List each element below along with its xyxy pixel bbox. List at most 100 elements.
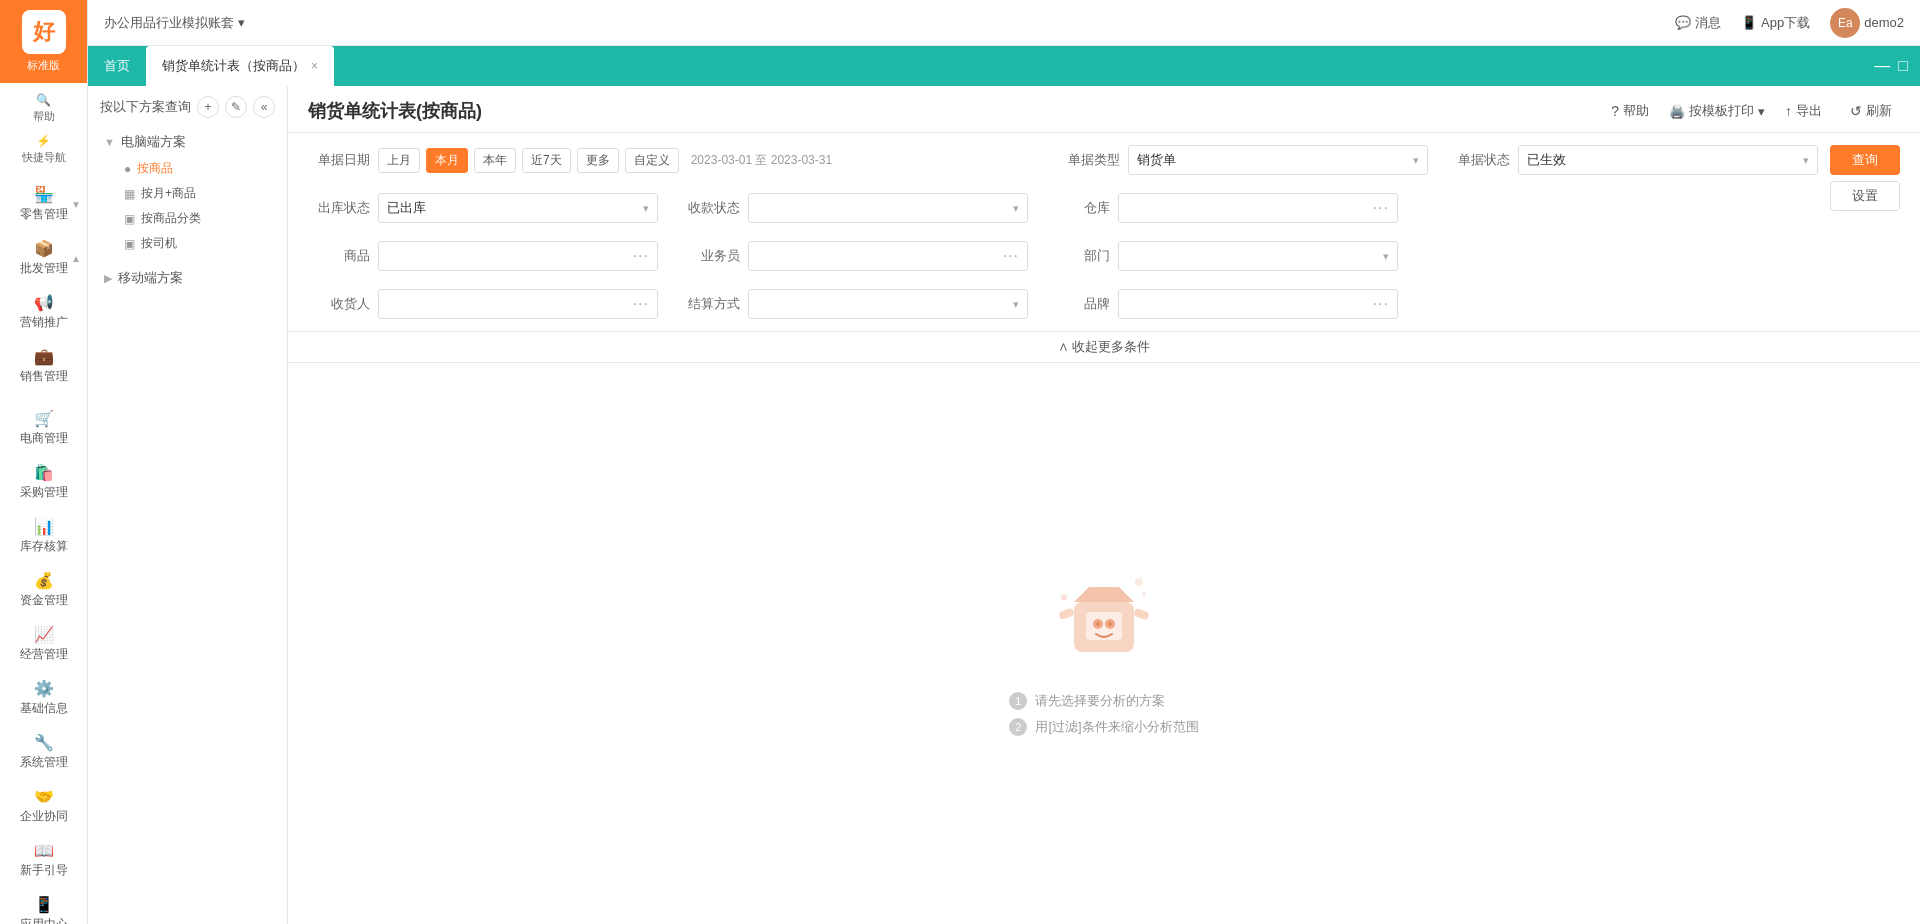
tree-item-by-month-product[interactable]: ▦ 按月+商品: [88, 181, 287, 206]
doc-type-label: 单据类型: [1058, 151, 1128, 169]
sidebar-item-system[interactable]: 🔧 系统管理: [0, 725, 87, 779]
sidebar-item-marketing[interactable]: 📢 营销推广: [0, 285, 87, 339]
doc-status-select[interactable]: 已生效 ▾: [1518, 145, 1818, 175]
tab-sales-stats[interactable]: 销货单统计表（按商品） ×: [146, 46, 334, 86]
hint-num-2: 2: [1009, 718, 1027, 736]
tree-mobile-header[interactable]: ▶ 移动端方案: [88, 264, 287, 292]
sidebar-item-wholesale[interactable]: 📦 批发管理 ▲: [0, 231, 87, 285]
tab-home[interactable]: 首页: [88, 46, 146, 86]
tab-sales-label: 销货单统计表（按商品）: [162, 57, 305, 75]
sidebar-item-enterprise[interactable]: 🤝 企业协同: [0, 779, 87, 833]
last7-btn[interactable]: 近7天: [522, 148, 571, 173]
collapse-panel-btn[interactable]: «: [253, 96, 275, 118]
goods-label: 商品: [308, 247, 378, 265]
edit-icon: ✎: [231, 100, 241, 114]
sidebar-item-tutorial[interactable]: 📖 新手引导: [0, 833, 87, 887]
purchase-label: 采购管理: [20, 484, 68, 501]
refresh-btn[interactable]: ↺ 刷新: [1842, 98, 1900, 124]
page-header: 销货单统计表(按商品) ? 帮助 🖨️ 按模板打印 ▾ ↑ 导出: [288, 86, 1920, 133]
sidebar-logo[interactable]: 好 标准版: [0, 0, 87, 83]
print-btn[interactable]: 🖨️ 按模板打印 ▾: [1669, 102, 1765, 120]
tree-item-by-driver[interactable]: ▣ 按司机: [88, 231, 287, 256]
sidebar-item-ecommerce[interactable]: 🛒 电商管理: [0, 401, 87, 455]
svg-point-6: [1108, 622, 1112, 626]
refresh-label: 刷新: [1866, 102, 1892, 120]
tab-maximize-btn[interactable]: □: [1898, 57, 1908, 75]
right-panel: 销货单统计表(按商品) ? 帮助 🖨️ 按模板打印 ▾ ↑ 导出: [288, 86, 1920, 924]
query-btn[interactable]: 查询: [1830, 145, 1900, 175]
tab-close-icon[interactable]: ×: [311, 59, 318, 73]
storage-select[interactable]: ···: [1118, 193, 1398, 223]
settle-select[interactable]: ▾: [748, 289, 1028, 319]
tree-item-by-category[interactable]: ▣ 按商品分类: [88, 206, 287, 231]
sidebar-item-sales[interactable]: 💼 销售管理: [0, 339, 87, 393]
sidebar-item-finance[interactable]: 💰 资金管理: [0, 563, 87, 617]
date-filter: 上月 本月 本年 近7天 更多 自定义 2023-03-01 至 2023-03…: [378, 148, 1038, 173]
recipient-select[interactable]: ···: [378, 289, 658, 319]
warehouse-label: 出库状态: [308, 199, 378, 217]
dept-select[interactable]: ▾: [1118, 241, 1398, 271]
doc-status-arrow: ▾: [1803, 154, 1809, 167]
payment-label: 收款状态: [678, 199, 748, 217]
appstore-label: 应用中心: [20, 916, 68, 924]
tree-desktop-header[interactable]: ▼ 电脑端方案: [88, 128, 287, 156]
sidebar-item-operation[interactable]: 📈 经营管理: [0, 617, 87, 671]
search-label: 帮助: [33, 109, 55, 124]
hint-text-2: 用[过滤]条件来缩小分析范围: [1035, 718, 1198, 736]
system-label: 系统管理: [20, 754, 68, 771]
refresh-icon: ↺: [1850, 103, 1862, 119]
doc-type-arrow: ▾: [1413, 154, 1419, 167]
left-panel-icons: + ✎ «: [197, 96, 275, 118]
help-btn[interactable]: ? 帮助: [1603, 98, 1657, 124]
basic-icon: ⚙️: [34, 679, 54, 698]
empty-hints: 1 请先选择要分析的方案 2 用[过滤]条件来缩小分析范围: [1009, 692, 1198, 736]
sidebar-item-retail[interactable]: 🏪 零售管理 ▼: [0, 177, 87, 231]
add-scheme-btn[interactable]: +: [197, 96, 219, 118]
left-panel-header: 按以下方案查询 + ✎ «: [88, 86, 287, 124]
goods-select[interactable]: ···: [378, 241, 658, 271]
this-month-btn[interactable]: 本月: [426, 148, 468, 173]
message-icon: 💬: [1675, 15, 1691, 30]
logo-icon: 好: [22, 10, 66, 54]
sidebar-item-basic[interactable]: ⚙️ 基础信息: [0, 671, 87, 725]
user-avatar: Ea: [1830, 8, 1860, 38]
tab-home-label: 首页: [104, 57, 130, 75]
print-arrow: ▾: [1758, 104, 1765, 119]
export-btn[interactable]: ↑ 导出: [1777, 98, 1830, 124]
staff-dots: ···: [1003, 247, 1019, 265]
purchase-icon: 🛍️: [34, 463, 54, 482]
sidebar-item-appstore[interactable]: 📱 应用中心: [0, 887, 87, 924]
this-year-btn[interactable]: 本年: [474, 148, 516, 173]
last-month-btn[interactable]: 上月: [378, 148, 420, 173]
sidebar-item-inventory[interactable]: 📊 库存核算: [0, 509, 87, 563]
more-btn[interactable]: 更多: [577, 148, 619, 173]
filter-row-1: 单据日期 上月 本月 本年 近7天 更多 自定义 2023-03-01 至 20…: [308, 145, 1818, 175]
message-btn[interactable]: 💬 消息: [1675, 14, 1721, 32]
dept-label: 部门: [1048, 247, 1118, 265]
tree-item-by-product[interactable]: ● 按商品: [88, 156, 287, 181]
dropdown-arrow: ▾: [238, 15, 245, 30]
custom-btn[interactable]: 自定义: [625, 148, 679, 173]
sidebar-quick-nav[interactable]: ⚡ 快捷导航: [22, 128, 66, 169]
industry-selector[interactable]: 办公用品行业模拟账套 ▾: [104, 14, 245, 32]
edit-scheme-btn[interactable]: ✎: [225, 96, 247, 118]
collapse-bar[interactable]: ∧ 收起更多条件: [288, 332, 1920, 363]
app-download-btn[interactable]: 📱 App下载: [1741, 14, 1810, 32]
staff-select[interactable]: ···: [748, 241, 1028, 271]
payment-select[interactable]: ▾: [748, 193, 1028, 223]
svg-point-10: [1142, 592, 1146, 596]
set-btn[interactable]: 设置: [1830, 181, 1900, 211]
marketing-icon: 📢: [34, 293, 54, 312]
enterprise-icon: 🤝: [34, 787, 54, 806]
retail-label: 零售管理: [20, 206, 68, 223]
tree-item-label-1: 按商品: [137, 160, 173, 177]
brand-select[interactable]: ···: [1118, 289, 1398, 319]
hint-text-1: 请先选择要分析的方案: [1035, 692, 1165, 710]
warehouse-select[interactable]: 已出库 ▾: [378, 193, 658, 223]
sidebar-item-purchase[interactable]: 🛍️ 采购管理: [0, 455, 87, 509]
doc-status-value: 已生效: [1527, 151, 1566, 169]
user-menu[interactable]: Ea demo2: [1830, 8, 1904, 38]
doc-type-select[interactable]: 销货单 ▾: [1128, 145, 1428, 175]
tab-minimize-btn[interactable]: —: [1874, 57, 1890, 75]
sidebar-search[interactable]: 🔍 帮助: [33, 83, 55, 128]
